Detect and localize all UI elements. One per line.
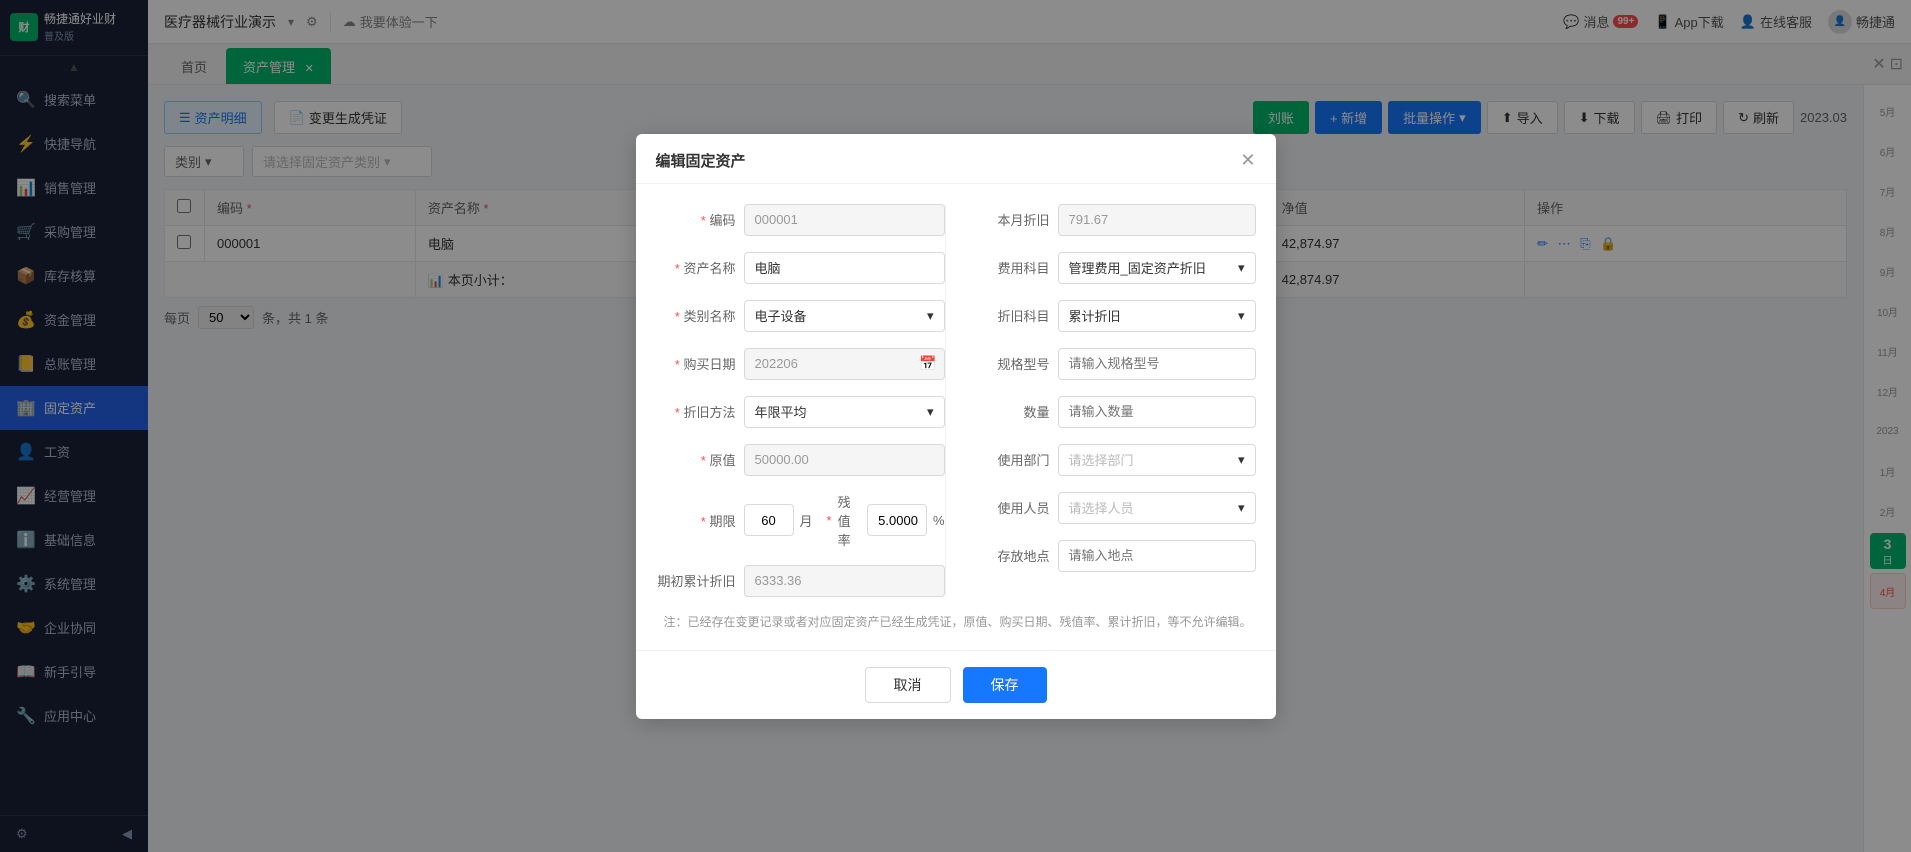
location-label: 存放地点 <box>970 546 1050 565</box>
dep-subject-dropdown[interactable]: 累计折旧 ▾ <box>1058 300 1256 332</box>
code-label: * 编码 <box>656 210 736 229</box>
edit-asset-modal: 编辑固定资产 ✕ * 编码 <box>636 134 1276 719</box>
quantity-label: 数量 <box>970 402 1050 421</box>
initial-cumulative-input[interactable] <box>744 565 945 597</box>
purchase-date-label: * 购买日期 <box>656 354 736 373</box>
dropdown-arrow-icon: ▾ <box>927 404 934 420</box>
form-col-right: 本月折旧 费用科目 管理费用_固定资产折旧 ▾ 折旧科目 <box>945 204 1256 597</box>
form-row-user: 使用人员 请选择人员 ▾ <box>970 492 1256 524</box>
category-label: * 类别名称 <box>656 306 736 325</box>
modal-header: 编辑固定资产 ✕ <box>636 134 1276 184</box>
calendar-icon: 📅 <box>919 355 936 372</box>
dropdown-arrow-icon: ▾ <box>1238 500 1245 516</box>
residual-rate-input[interactable] <box>867 504 927 536</box>
modal-title: 编辑固定资产 <box>656 150 746 171</box>
form-row-monthly-dep: 本月折旧 <box>970 204 1256 236</box>
user-dropdown[interactable]: 请选择人员 ▾ <box>1058 492 1256 524</box>
dropdown-arrow-icon: ▾ <box>927 308 934 324</box>
purchase-date-input[interactable] <box>744 348 945 380</box>
code-input[interactable] <box>744 204 945 236</box>
save-button[interactable]: 保存 <box>963 667 1047 703</box>
department-dropdown[interactable]: 请选择部门 ▾ <box>1058 444 1256 476</box>
department-placeholder: 请选择部门 <box>1069 450 1134 469</box>
dep-method-dropdown[interactable]: 年限平均 ▾ <box>744 396 945 428</box>
form-row-spec: 规格型号 <box>970 348 1256 380</box>
modal-body: * 编码 * 资产名称 <box>636 184 1276 650</box>
purchase-date-input-wrap: 📅 <box>744 348 945 380</box>
monthly-dep-input[interactable] <box>1058 204 1256 236</box>
modal-overlay: 编辑固定资产 ✕ * 编码 <box>0 0 1911 852</box>
monthly-dep-label: 本月折旧 <box>970 210 1050 229</box>
quantity-input[interactable] <box>1058 396 1256 428</box>
form-row-dep-subject: 折旧科目 累计折旧 ▾ <box>970 300 1256 332</box>
form-row-code: * 编码 <box>656 204 945 236</box>
period-input[interactable] <box>744 504 794 536</box>
expense-subject-label: 费用科目 <box>970 258 1050 277</box>
original-value-label: * 原值 <box>656 450 736 469</box>
department-label: 使用部门 <box>970 450 1050 469</box>
form-grid: * 编码 * 资产名称 <box>656 204 1256 597</box>
cancel-button[interactable]: 取消 <box>865 667 951 703</box>
dropdown-arrow-icon: ▾ <box>1238 308 1245 324</box>
expense-subject-dropdown[interactable]: 管理费用_固定资产折旧 ▾ <box>1058 252 1256 284</box>
form-row-department: 使用部门 请选择部门 ▾ <box>970 444 1256 476</box>
residual-rate-label: 残值率 <box>838 492 861 549</box>
form-row-expense-subject: 费用科目 管理费用_固定资产折旧 ▾ <box>970 252 1256 284</box>
form-row-location: 存放地点 <box>970 540 1256 572</box>
dep-subject-label: 折旧科目 <box>970 306 1050 325</box>
modal-footer: 取消 保存 <box>636 650 1276 719</box>
form-row-period: * 期限 月 * 残值率 % <box>656 492 945 549</box>
asset-name-label: * 资产名称 <box>656 258 736 277</box>
dep-method-value: 年限平均 <box>755 402 807 421</box>
location-input[interactable] <box>1058 540 1256 572</box>
form-note: 注：已经存在变更记录或者对应固定资产已经生成凭证，原值、购买日期、残值率、累计折… <box>656 613 1256 630</box>
period-row: 月 * 残值率 % <box>744 492 945 549</box>
category-value: 电子设备 <box>755 306 807 325</box>
modal-close-btn[interactable]: ✕ <box>1240 150 1255 171</box>
dep-method-label: * 折旧方法 <box>656 402 736 421</box>
dropdown-arrow-icon: ▾ <box>1238 452 1245 468</box>
form-row-purchase-date: * 购买日期 📅 <box>656 348 945 380</box>
period-label: * 期限 <box>656 511 736 530</box>
form-row-dep-method: * 折旧方法 年限平均 ▾ <box>656 396 945 428</box>
spec-label: 规格型号 <box>970 354 1050 373</box>
expense-subject-value: 管理费用_固定资产折旧 <box>1069 258 1206 277</box>
form-row-original-value: * 原值 <box>656 444 945 476</box>
form-row-name: * 资产名称 <box>656 252 945 284</box>
category-dropdown[interactable]: 电子设备 ▾ <box>744 300 945 332</box>
form-row-quantity: 数量 <box>970 396 1256 428</box>
period-unit: 月 <box>800 511 813 530</box>
dropdown-arrow-icon: ▾ <box>1238 260 1245 276</box>
residual-rate-unit: % <box>933 513 945 528</box>
initial-cumulative-label: 期初累计折旧 <box>656 571 736 590</box>
form-row-initial-cumulative: 期初累计折旧 <box>656 565 945 597</box>
spec-input[interactable] <box>1058 348 1256 380</box>
form-col-left: * 编码 * 资产名称 <box>656 204 945 597</box>
dep-subject-value: 累计折旧 <box>1069 306 1121 325</box>
form-row-category: * 类别名称 电子设备 ▾ <box>656 300 945 332</box>
original-value-input[interactable] <box>744 444 945 476</box>
asset-name-input[interactable] <box>744 252 945 284</box>
user-placeholder: 请选择人员 <box>1069 498 1134 517</box>
user-label: 使用人员 <box>970 498 1050 517</box>
